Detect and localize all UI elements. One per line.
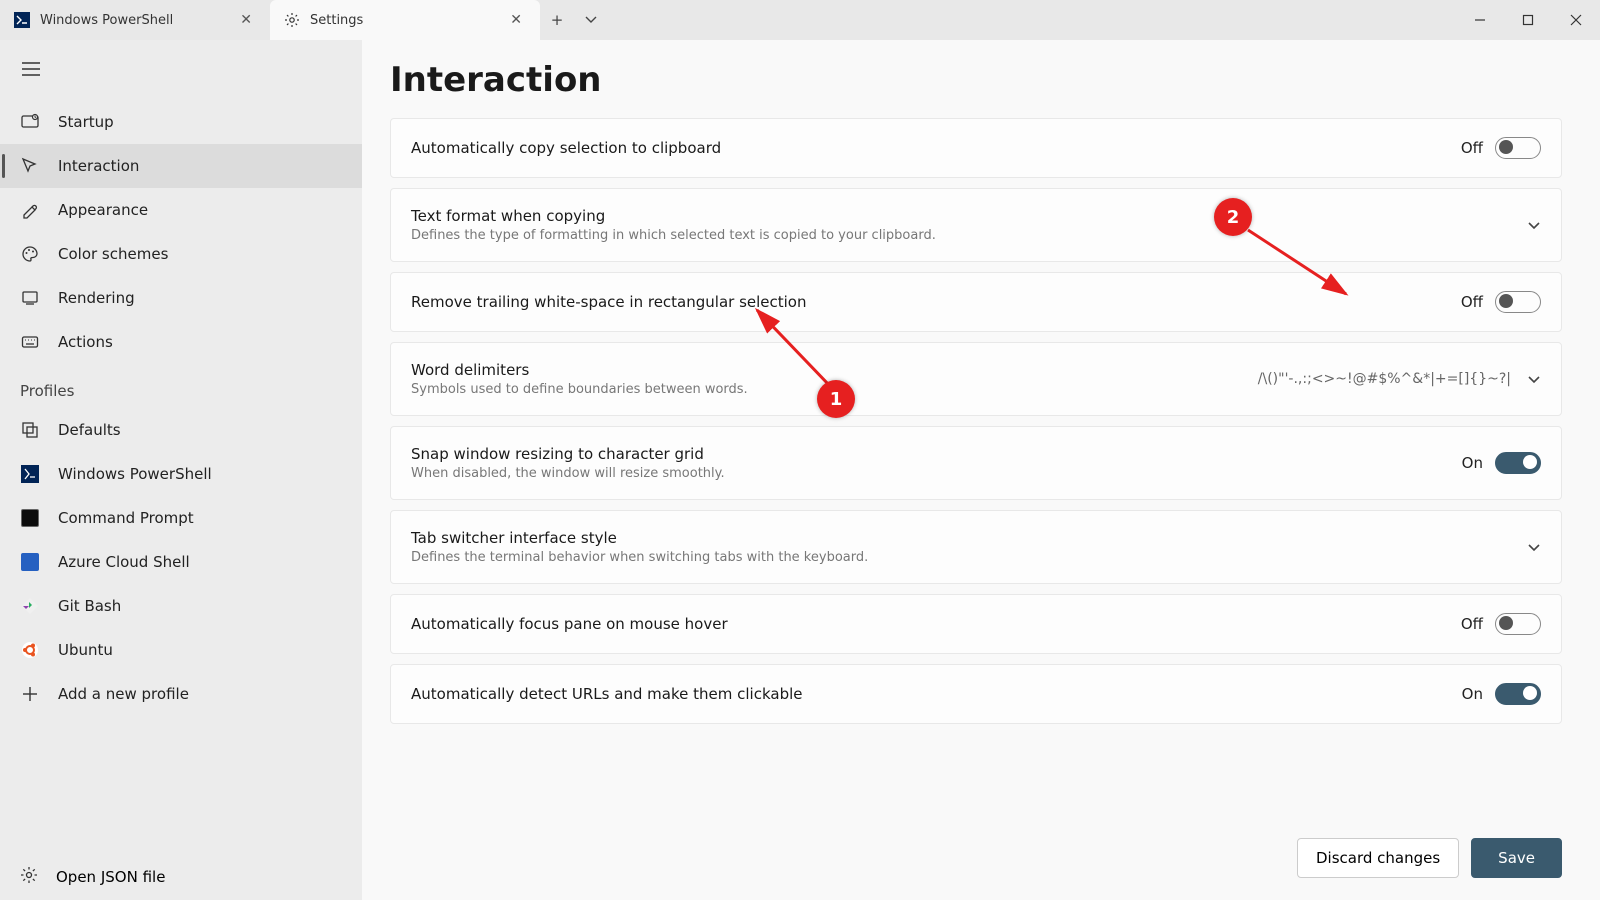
sidebar-item-label: Ubuntu	[58, 641, 113, 659]
sidebar-item-rendering[interactable]: Rendering	[0, 276, 362, 320]
discard-button[interactable]: Discard changes	[1297, 838, 1459, 878]
save-button[interactable]: Save	[1471, 838, 1562, 878]
setting-title: Snap window resizing to character grid	[411, 445, 1446, 463]
setting-row: Remove trailing white-space in rectangul…	[390, 272, 1562, 332]
toggle-state-label: On	[1462, 685, 1483, 703]
sidebar-item-interaction[interactable]: Interaction	[0, 144, 362, 188]
sidebar-item-label: Rendering	[58, 289, 135, 307]
setting-row: Automatically copy selection to clipboar…	[390, 118, 1562, 178]
sidebar-item-label: Actions	[58, 333, 113, 351]
sidebar-item-startup[interactable]: Startup	[0, 100, 362, 144]
toggle-state-label: Off	[1461, 139, 1483, 157]
azure-profile-icon	[20, 552, 40, 572]
setting-current-value: /\()"'-.,:;<>~!@#$%^&*|+=[]{}~?|	[1258, 371, 1511, 387]
close-button[interactable]	[1552, 0, 1600, 40]
chevron-down-icon	[1527, 370, 1541, 389]
tab-label: Windows PowerShell	[40, 13, 173, 28]
open-json-label: Open JSON file	[56, 868, 165, 886]
title-bar: Windows PowerShell ✕ Settings ✕ +	[0, 0, 1600, 40]
setting-title: Word delimiters	[411, 361, 1242, 379]
setting-description: Symbols used to define boundaries betwee…	[411, 382, 1242, 397]
tab-label: Settings	[310, 13, 363, 28]
sidebar-item-azure-profile[interactable]: Azure Cloud Shell	[0, 540, 362, 584]
tab-dropdown-button[interactable]	[574, 3, 608, 37]
setting-row: Automatically focus pane on mouse hover O…	[390, 594, 1562, 654]
sidebar-item-label: Defaults	[58, 421, 121, 439]
sidebar-item-label: Color schemes	[58, 245, 168, 263]
palette-icon	[20, 244, 40, 264]
setting-row[interactable]: Word delimiters Symbols used to define bo…	[390, 342, 1562, 416]
window-controls	[1456, 0, 1600, 40]
setting-title: Automatically detect URLs and make them …	[411, 685, 1446, 703]
sidebar-item-appearance[interactable]: Appearance	[0, 188, 362, 232]
chevron-down-icon	[1527, 216, 1541, 235]
toggle-switch[interactable]	[1495, 683, 1541, 705]
setting-title: Tab switcher interface style	[411, 529, 1511, 547]
setting-description: Defines the terminal behavior when switc…	[411, 550, 1511, 565]
ubuntu-profile-icon	[20, 640, 40, 660]
setting-title: Remove trailing white-space in rectangul…	[411, 293, 1445, 311]
sidebar-item-label: Add a new profile	[58, 685, 189, 703]
plus-icon	[20, 684, 40, 704]
sidebar-item-label: Windows PowerShell	[58, 465, 212, 483]
close-icon[interactable]: ✕	[506, 10, 526, 30]
setting-title: Automatically copy selection to clipboar…	[411, 139, 1445, 157]
toggle-switch[interactable]	[1495, 452, 1541, 474]
sidebar-item-cmd-profile[interactable]: Command Prompt	[0, 496, 362, 540]
defaults-icon	[20, 420, 40, 440]
keyboard-icon	[20, 332, 40, 352]
setting-row: Snap window resizing to character grid Wh…	[390, 426, 1562, 500]
setting-title: Text format when copying	[411, 207, 1511, 225]
gear-icon	[284, 12, 300, 28]
rendering-icon	[20, 288, 40, 308]
toggle-state-label: On	[1462, 454, 1483, 472]
gear-icon	[20, 866, 38, 888]
sidebar-item-add-profile[interactable]: Add a new profile	[0, 672, 362, 716]
powershell-icon	[14, 12, 30, 28]
profiles-section-label: Profiles	[0, 364, 362, 408]
toggle-switch[interactable]	[1495, 291, 1541, 313]
sidebar-item-color-schemes[interactable]: Color schemes	[0, 232, 362, 276]
add-tab-button[interactable]: +	[540, 3, 574, 37]
tab-settings[interactable]: Settings ✕	[270, 0, 540, 40]
setting-row[interactable]: Text format when copying Defines the type…	[390, 188, 1562, 262]
sidebar-item-powershell-profile[interactable]: Windows PowerShell	[0, 452, 362, 496]
close-icon[interactable]: ✕	[236, 10, 256, 30]
hamburger-button[interactable]	[0, 50, 362, 100]
cmd-profile-icon	[20, 508, 40, 528]
setting-row[interactable]: Tab switcher interface style Defines the …	[390, 510, 1562, 584]
maximize-button[interactable]	[1504, 0, 1552, 40]
setting-row: Automatically detect URLs and make them …	[390, 664, 1562, 724]
setting-description: Defines the type of formatting in which …	[411, 228, 1511, 243]
sidebar-item-defaults[interactable]: Defaults	[0, 408, 362, 452]
sidebar-item-label: Command Prompt	[58, 509, 194, 527]
sidebar-item-gitbash-profile[interactable]: Git Bash	[0, 584, 362, 628]
sidebar-item-label: Appearance	[58, 201, 148, 219]
setting-description: When disabled, the window will resize sm…	[411, 466, 1446, 481]
sidebar-item-label: Git Bash	[58, 597, 121, 615]
page-title: Interaction	[390, 60, 1562, 100]
sidebar-item-label: Startup	[58, 113, 114, 131]
interaction-icon	[20, 156, 40, 176]
appearance-icon	[20, 200, 40, 220]
sidebar-item-label: Interaction	[58, 157, 139, 175]
chevron-down-icon	[1527, 538, 1541, 557]
footer: Discard changes Save	[1297, 838, 1562, 878]
sidebar-item-ubuntu-profile[interactable]: Ubuntu	[0, 628, 362, 672]
toggle-switch[interactable]	[1495, 137, 1541, 159]
toggle-state-label: Off	[1461, 615, 1483, 633]
open-json-button[interactable]: Open JSON file	[0, 854, 362, 900]
sidebar: Startup Interaction Appearance Color sch…	[0, 40, 362, 900]
powershell-profile-icon	[20, 464, 40, 484]
sidebar-item-label: Azure Cloud Shell	[58, 553, 190, 571]
tab-powershell[interactable]: Windows PowerShell ✕	[0, 0, 270, 40]
gitbash-profile-icon	[20, 596, 40, 616]
minimize-button[interactable]	[1456, 0, 1504, 40]
startup-icon	[20, 112, 40, 132]
sidebar-item-actions[interactable]: Actions	[0, 320, 362, 364]
toggle-state-label: Off	[1461, 293, 1483, 311]
toggle-switch[interactable]	[1495, 613, 1541, 635]
main-content: Interaction Automatically copy selection…	[362, 40, 1600, 900]
setting-title: Automatically focus pane on mouse hover	[411, 615, 1445, 633]
